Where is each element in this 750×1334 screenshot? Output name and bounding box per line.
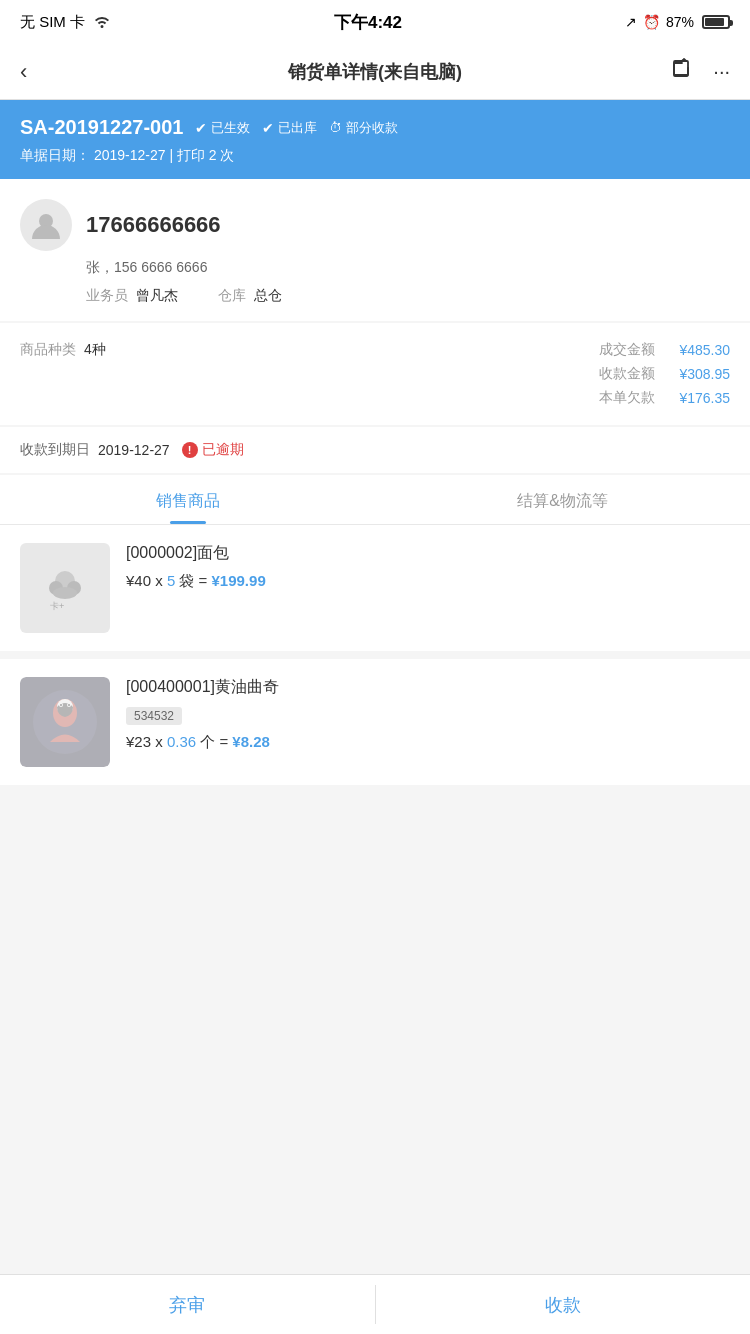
stats-section: 商品种类 4种 成交金额 ¥485.30 收款金额 ¥308.95 本单欠款 ¥… [0,323,750,425]
order-id: SA-20191227-001 [20,116,183,139]
due-section: 收款到期日 2019-12-27 ! 已逾期 [0,427,750,473]
product-qty-0: 5 [167,572,175,589]
order-id-row: SA-20191227-001 ✔ 已生效 ✔ 已出库 ⏱ 部分收款 [20,116,730,139]
deal-value: ¥485.30 [679,342,730,358]
order-date: 2019-12-27 [94,147,166,163]
kind-value: 4种 [84,341,106,357]
page-title: 销货单详情(来自电脑) [288,60,462,84]
product-total-1: ¥8.28 [232,733,270,750]
warehouse-name: 总仓 [254,287,282,305]
table-row: [000400001]黄油曲奇 534532 ¥23 x 0.36 个 = ¥8… [0,659,750,785]
nav-bar: ‹ 销货单详情(来自电脑) ··· [0,44,750,100]
product-price-row-1: ¥23 x 0.36 个 = ¥8.28 [126,733,730,752]
overdue-badge: ! 已逾期 [182,441,244,459]
sales-meta: 业务员 曾凡杰 [86,287,178,305]
carrier-text: 无 SIM 卡 [20,13,85,32]
sales-name: 曾凡杰 [136,287,178,305]
product-list: 卡+ [0000002]面包 ¥40 x 5 袋 = ¥199.99 [0,525,750,785]
product-info-0: [0000002]面包 ¥40 x 5 袋 = ¥199.99 [126,543,730,591]
owed-value: ¥176.35 [679,390,730,406]
deal-label: 成交金额 [599,341,655,359]
stats-right: 成交金额 ¥485.30 收款金额 ¥308.95 本单欠款 ¥176.35 [599,341,730,407]
product-total-0: ¥199.99 [212,572,266,589]
status-time: 下午4:42 [334,11,402,34]
product-sku-1: 534532 [126,707,182,725]
share-icon[interactable] [671,58,693,85]
cancel-button[interactable]: 弃审 [0,1275,375,1334]
product-name-0: [0000002]面包 [126,543,730,564]
battery-percent: 87% [666,14,694,30]
badge-activated: ✔ 已生效 [195,119,250,137]
product-name-1: [000400001]黄油曲奇 [126,677,730,698]
collected-value: ¥308.95 [679,366,730,382]
nav-right-actions: ··· [671,58,730,85]
svg-point-5 [53,587,77,599]
badge-out-stock: ✔ 已出库 [262,119,317,137]
badge-partial-payment: ⏱ 部分收款 [329,119,398,137]
status-right: ↗ ⏰ 87% [625,14,730,30]
bottom-actions: 弃审 收款 [0,1274,750,1334]
customer-row: 17666666666 [20,199,730,251]
product-unit-0: 袋 [179,572,194,589]
overdue-dot-icon: ! [182,442,198,458]
product-thumbnail-1 [20,677,110,767]
stats-left: 商品种类 4种 [20,341,106,359]
product-info-1: [000400001]黄油曲奇 534532 ¥23 x 0.36 个 = ¥8… [126,677,730,752]
warehouse-label: 仓库 [218,287,246,305]
order-date-row: 单据日期： 2019-12-27 | 打印 2 次 [20,147,730,165]
header-banner: SA-20191227-001 ✔ 已生效 ✔ 已出库 ⏱ 部分收款 单据日期：… [0,100,750,179]
collected-amount-row: 收款金额 ¥308.95 [599,365,730,383]
collected-label: 收款金额 [599,365,655,383]
svg-point-13 [60,704,62,706]
tab-settlement-logistics[interactable]: 结算&物流等 [375,475,750,524]
owed-amount-row: 本单欠款 ¥176.35 [599,389,730,407]
sales-label: 业务员 [86,287,128,305]
product-qty-1: 0.36 [167,733,196,750]
date-label: 单据日期： [20,147,90,163]
kind-label: 商品种类 [20,341,76,357]
due-date: 2019-12-27 [98,442,170,458]
product-unit-1: 个 [200,733,215,750]
table-row: 卡+ [0000002]面包 ¥40 x 5 袋 = ¥199.99 [0,525,750,651]
owed-label: 本单欠款 [599,389,655,407]
print-info: | 打印 2 次 [169,147,234,163]
product-thumbnail-0: 卡+ [20,543,110,633]
status-bar: 无 SIM 卡 下午4:42 ↗ ⏰ 87% [0,0,750,44]
tab-sales-goods[interactable]: 销售商品 [0,475,375,524]
overdue-text: 已逾期 [202,441,244,459]
warehouse-meta: 仓库 总仓 [218,287,282,305]
deal-amount-row: 成交金额 ¥485.30 [599,341,730,359]
more-icon[interactable]: ··· [713,60,730,83]
product-price-base-0: ¥40 [126,572,151,589]
confirm-button[interactable]: 收款 [376,1275,751,1334]
avatar [20,199,72,251]
alarm-icon: ⏰ [643,14,660,30]
product-price-row-0: ¥40 x 5 袋 = ¥199.99 [126,572,730,591]
wifi-icon [93,14,111,31]
location-icon: ↗ [625,14,637,30]
customer-meta: 业务员 曾凡杰 仓库 总仓 [20,287,730,305]
product-price-base-1: ¥23 [126,733,151,750]
back-button[interactable]: ‹ [12,51,35,93]
status-left: 无 SIM 卡 [20,13,111,32]
customer-sub-info: 张，156 6666 6666 [20,259,730,277]
customer-phone: 17666666666 [86,212,221,238]
due-label: 收款到期日 [20,441,90,459]
battery-bar [702,15,730,29]
svg-point-14 [68,704,70,706]
tabs-section: 销售商品 结算&物流等 [0,475,750,525]
svg-text:卡+: 卡+ [50,601,64,611]
customer-section: 17666666666 张，156 6666 6666 业务员 曾凡杰 仓库 总… [0,179,750,321]
